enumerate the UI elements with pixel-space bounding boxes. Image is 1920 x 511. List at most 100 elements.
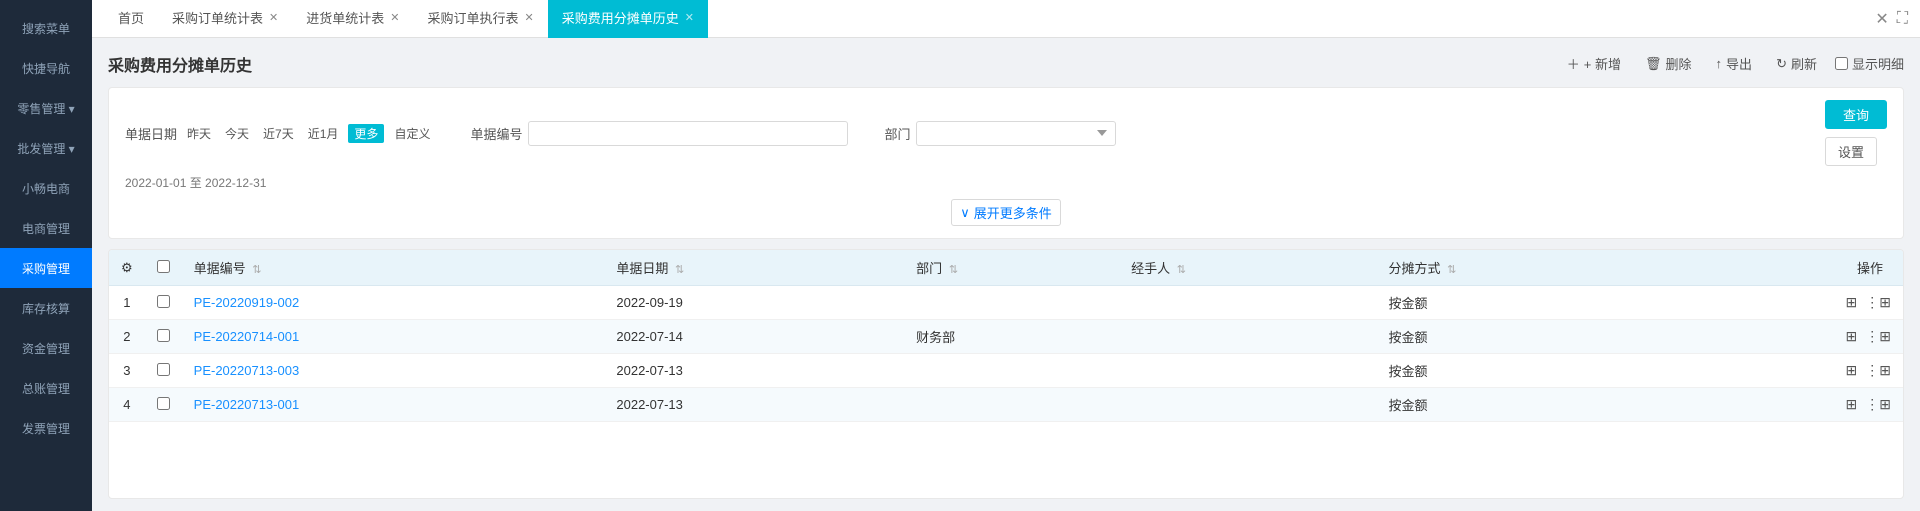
row-4-dept — [904, 388, 1119, 422]
shortcut-7days[interactable]: 近7天 — [259, 124, 298, 143]
table-scroll: ⚙ 单据编号 ⇅ 单据日期 ⇅ — [109, 250, 1903, 422]
delete-button[interactable]: 🗑 删除 — [1639, 50, 1698, 77]
query-button[interactable]: 查询 — [1825, 100, 1887, 129]
table-header: ⚙ 单据编号 ⇅ 单据日期 ⇅ — [109, 250, 1903, 286]
row-4-doc-link[interactable]: PE-20220713-001 — [194, 397, 300, 412]
row-3-edit-icon[interactable]: ⊞ — [1846, 362, 1858, 379]
sidebar-item-invoice[interactable]: 发票管理 — [0, 408, 92, 448]
query-actions: 查询 设置 — [1825, 100, 1887, 166]
dept-select[interactable]: 财务部 — [916, 121, 1116, 146]
row-1-handler — [1119, 286, 1376, 320]
row-2-doc-link[interactable]: PE-20220714-001 — [194, 329, 300, 344]
sidebar-item-purchase[interactable]: 采购管理 — [0, 248, 92, 288]
row-2-edit-icon[interactable]: ⊞ — [1846, 328, 1858, 345]
sidebar-item-inventory[interactable]: 库存核算 — [0, 288, 92, 328]
col-date: 单据日期 ⇅ — [604, 250, 904, 286]
row-2-checkbox[interactable] — [157, 329, 170, 342]
row-4-more-icon[interactable]: ⋮⊞ — [1865, 396, 1891, 413]
tab-purchase-exec[interactable]: 采购订单执行表 ✕ — [413, 0, 547, 38]
row-1-edit-icon[interactable]: ⊞ — [1846, 294, 1858, 311]
row-4-actions: ⊞ ⋮⊞ — [1676, 388, 1903, 422]
sort-date-icon[interactable]: ⇅ — [675, 264, 684, 276]
dept-label: 部门 — [884, 124, 910, 143]
doc-no-input[interactable] — [528, 121, 848, 146]
tab-close-purchase-cost-history[interactable]: ✕ — [685, 11, 694, 24]
export-button[interactable]: ↑ 导出 — [1710, 50, 1759, 77]
sort-handler-icon[interactable]: ⇅ — [1177, 264, 1186, 276]
row-4-edit-icon[interactable]: ⊞ — [1846, 396, 1858, 413]
row-1-doc-link[interactable]: PE-20220919-002 — [194, 295, 300, 310]
select-all-checkbox[interactable] — [157, 260, 170, 273]
sidebar-item-finance[interactable]: 资金管理 — [0, 328, 92, 368]
settings-button[interactable]: 设置 — [1825, 137, 1877, 166]
tab-home[interactable]: 首页 — [104, 0, 158, 38]
row-3-doc-link[interactable]: PE-20220713-003 — [194, 363, 300, 378]
col-handler: 经手人 ⇅ — [1119, 250, 1376, 286]
row-2-more-icon[interactable]: ⋮⊞ — [1865, 328, 1891, 345]
sidebar-item-quicknav[interactable]: 快捷导航 — [0, 48, 92, 88]
maximize-icon[interactable]: ⛶ — [1897, 10, 1908, 28]
sort-doc-no-icon[interactable]: ⇅ — [252, 264, 261, 276]
row-1-checkbox[interactable] — [157, 295, 170, 308]
shortcut-yesterday[interactable]: 昨天 — [183, 124, 215, 143]
table-row: 3 PE-20220713-003 2022-07-13 按金额 — [109, 354, 1903, 388]
shortcut-today[interactable]: 今天 — [221, 124, 253, 143]
sort-method-icon[interactable]: ⇅ — [1447, 264, 1456, 276]
row-4-checkbox[interactable] — [157, 397, 170, 410]
sidebar-item-ecom-small[interactable]: 小畅电商 — [0, 168, 92, 208]
row-4-method: 按金额 — [1376, 388, 1676, 422]
row-3-checkbox[interactable] — [157, 363, 170, 376]
sidebar-item-wholesale[interactable]: 批发管理 ▾ — [0, 128, 92, 168]
tab-close-stock-stats[interactable]: ✕ — [390, 11, 399, 24]
tab-stock-stats[interactable]: 进货单统计表 ✕ — [292, 0, 413, 38]
col-action: 操作 — [1676, 250, 1903, 286]
row-1-more-icon[interactable]: ⋮⊞ — [1865, 294, 1891, 311]
col-doc-no: 单据编号 ⇅ — [182, 250, 605, 286]
row-3-num: 3 — [109, 354, 145, 388]
tab-purchase-order-stats[interactable]: 采购订单统计表 ✕ — [158, 0, 292, 38]
sidebar-item-search[interactable]: 搜索菜单 — [0, 8, 92, 48]
shortcut-more[interactable]: 更多 — [348, 124, 384, 143]
row-4-num: 4 — [109, 388, 145, 422]
filter-row-date-range: 2022-01-01 至 2022-12-31 — [125, 174, 1887, 191]
filter-area: 单据日期 昨天 今天 近7天 近1月 更多 自定义 单据编号 — [108, 87, 1904, 239]
tab-bar: 首页 采购订单统计表 ✕ 进货单统计表 ✕ 采购订单执行表 ✕ 采购费用分摊单历… — [92, 0, 1920, 38]
table-body: 1 PE-20220919-002 2022-09-19 按金额 — [109, 286, 1903, 422]
col-checkbox — [145, 250, 182, 286]
sort-dept-icon[interactable]: ⇅ — [949, 264, 958, 276]
date-label: 单据日期 — [125, 124, 177, 143]
sidebar-item-ledger[interactable]: 总账管理 — [0, 368, 92, 408]
show-columns-checkbox[interactable]: 显示明细 — [1835, 54, 1904, 73]
add-button[interactable]: ＋ + 新增 — [1561, 50, 1627, 77]
row-2-dept: 财务部 — [904, 320, 1119, 354]
row-1-doc-no: PE-20220919-002 — [182, 286, 605, 320]
row-3-more-icon[interactable]: ⋮⊞ — [1865, 362, 1891, 379]
sidebar-item-retail[interactable]: 零售管理 ▾ — [0, 88, 92, 128]
filter-doc-no: 单据编号 — [470, 121, 848, 146]
close-window-icon[interactable]: ✕ — [1875, 9, 1888, 29]
tab-close-purchase-exec[interactable]: ✕ — [525, 11, 534, 24]
settings-icon[interactable]: ⚙ — [121, 260, 133, 275]
col-method: 分摊方式 ⇅ — [1376, 250, 1676, 286]
row-3-method: 按金额 — [1376, 354, 1676, 388]
row-1-actions: ⊞ ⋮⊞ — [1676, 286, 1903, 320]
expand-more-button[interactable]: ∨ 展开更多条件 — [951, 199, 1061, 226]
filter-dept: 部门 财务部 — [884, 121, 1116, 146]
sidebar: 搜索菜单 快捷导航 零售管理 ▾ 批发管理 ▾ 小畅电商 电商管理 采购管理 库… — [0, 0, 92, 511]
shortcut-1month[interactable]: 近1月 — [304, 124, 343, 143]
show-columns-input[interactable] — [1835, 57, 1848, 70]
row-3-handler — [1119, 354, 1376, 388]
row-1-date: 2022-09-19 — [604, 286, 904, 320]
row-2-check — [145, 320, 182, 354]
row-2-num: 2 — [109, 320, 145, 354]
tab-purchase-cost-history[interactable]: 采购费用分摊单历史 ✕ — [548, 0, 708, 38]
row-2-doc-no: PE-20220714-001 — [182, 320, 605, 354]
tab-close-purchase-order-stats[interactable]: ✕ — [269, 11, 278, 24]
shortcut-custom[interactable]: 自定义 — [390, 124, 434, 143]
data-table: ⚙ 单据编号 ⇅ 单据日期 ⇅ — [109, 250, 1903, 422]
sidebar-item-ecom[interactable]: 电商管理 — [0, 208, 92, 248]
expand-more-container: ∨ 展开更多条件 — [125, 199, 1887, 226]
row-1-method: 按金额 — [1376, 286, 1676, 320]
refresh-button[interactable]: ↻ 刷新 — [1770, 50, 1823, 77]
row-1-dept — [904, 286, 1119, 320]
